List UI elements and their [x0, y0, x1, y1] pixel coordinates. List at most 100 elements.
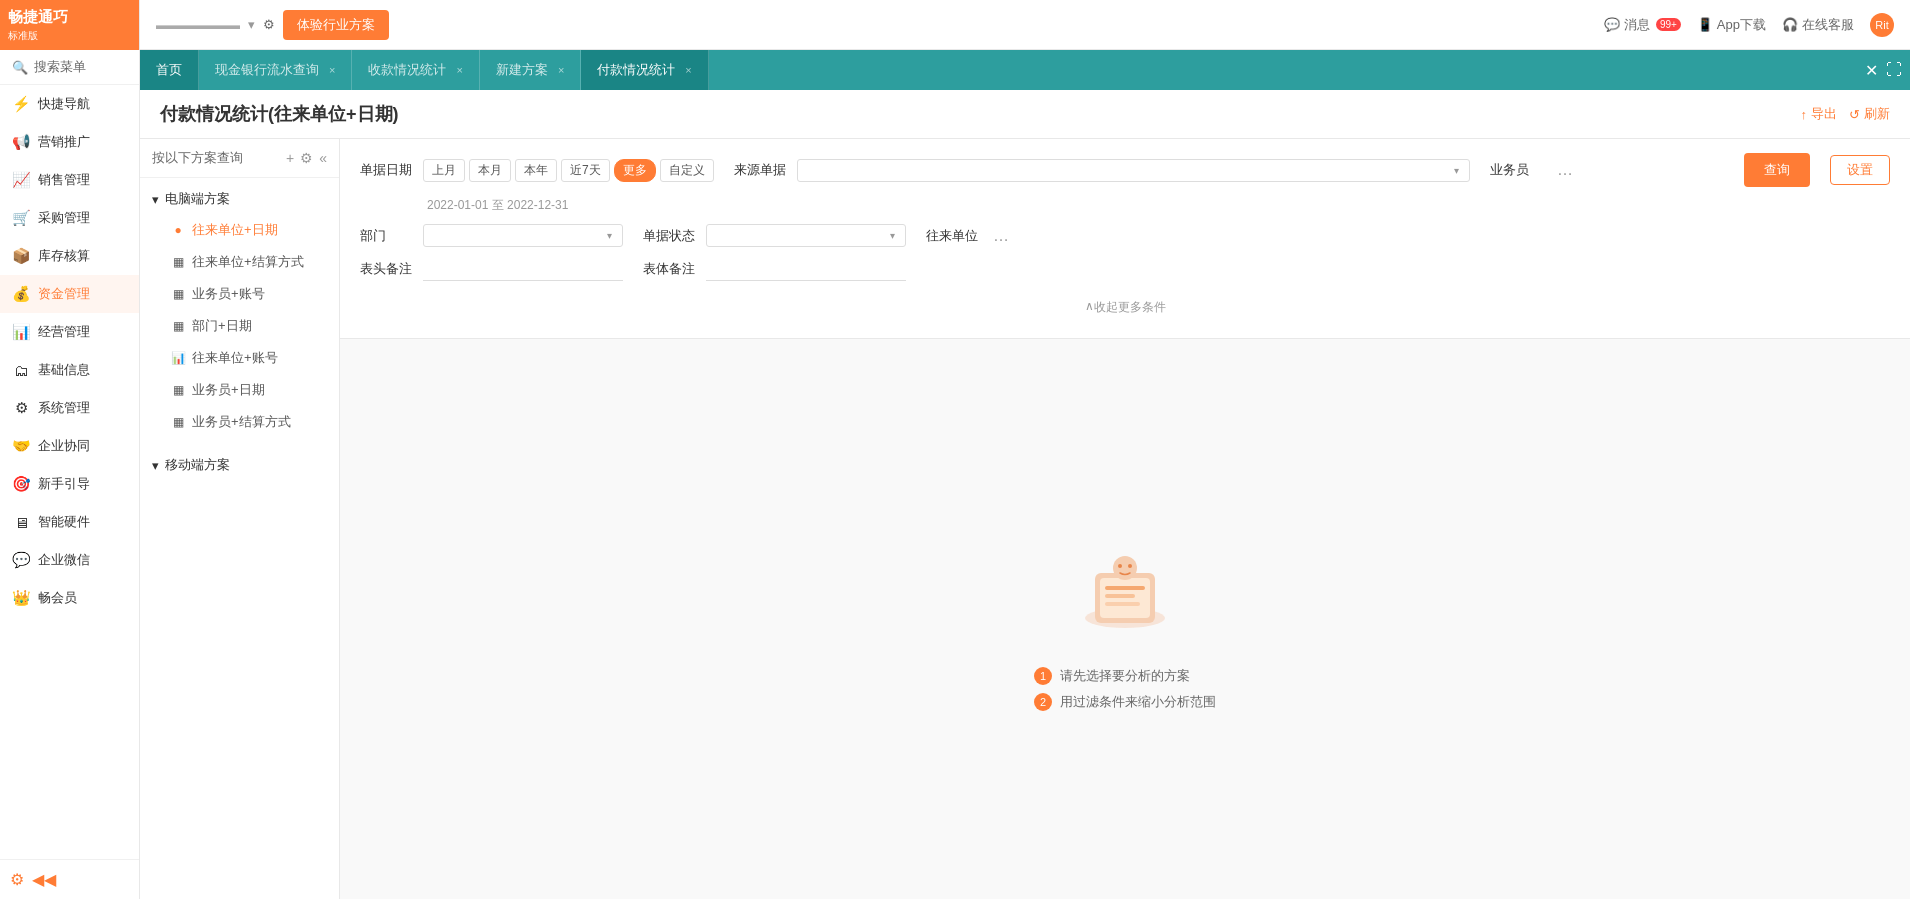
tab-payment-stats[interactable]: 付款情况统计×: [581, 50, 708, 90]
user-avatar-btn[interactable]: Rit: [1870, 13, 1894, 37]
header-note-input[interactable]: [423, 257, 623, 281]
scheme-item-salesperson-payment[interactable]: ▦业务员+结算方式: [140, 406, 339, 438]
tab-receipt-stats[interactable]: 收款情况统计×: [352, 50, 479, 90]
sidebar-item-basic-info[interactable]: 🗂基础信息: [0, 351, 139, 389]
sidebar-icon-purchase: 🛒: [12, 209, 30, 227]
page-header-actions: ↑ 导出 ↺ 刷新: [1801, 105, 1891, 123]
sidebar-label-wechat: 企业微信: [38, 551, 90, 569]
tab-close-payment-stats[interactable]: ×: [685, 64, 691, 76]
partner-filter: 往来单位 …: [926, 227, 1009, 245]
date-buttons: 上月 本月 本年 近7天 更多 自定义: [423, 159, 714, 182]
search-label: 搜索菜单: [34, 58, 86, 76]
body-note-input[interactable]: [706, 257, 906, 281]
sidebar-item-cooperation[interactable]: 🤝企业协同: [0, 427, 139, 465]
topnav-settings-btn[interactable]: ⚙: [263, 17, 275, 32]
scheme-collapse-btn[interactable]: «: [319, 150, 327, 166]
sidebar-item-quick-nav[interactable]: ⚡快捷导航: [0, 85, 139, 123]
sidebar-item-purchase[interactable]: 🛒采购管理: [0, 199, 139, 237]
date-btn-last-month[interactable]: 上月: [423, 159, 465, 182]
sidebar-item-operations[interactable]: 📊经营管理: [0, 313, 139, 351]
date-btn-more[interactable]: 更多: [614, 159, 656, 182]
filter-action-btns: 设置: [1830, 155, 1890, 185]
refresh-btn[interactable]: ↺ 刷新: [1849, 105, 1890, 123]
date-btn-custom[interactable]: 自定义: [660, 159, 714, 182]
scheme-item-icon-salesperson-payment: ▦: [170, 414, 186, 430]
collapse-icon[interactable]: ◀◀: [32, 870, 56, 889]
scheme-settings-btn[interactable]: ⚙: [300, 150, 313, 166]
scheme-item-partner-payment[interactable]: ▦往来单位+结算方式: [140, 246, 339, 278]
settings-btn[interactable]: 设置: [1830, 155, 1890, 185]
topnav: ▬▬▬▬▬▬▬ ▾ ⚙ 体验行业方案 💬 消息 99+ 📱 App下载 🎧 在线…: [140, 0, 1910, 50]
tab-close-new-scheme[interactable]: ×: [558, 64, 564, 76]
message-btn[interactable]: 💬 消息 99+: [1604, 16, 1681, 34]
app-download-label: App下载: [1717, 16, 1766, 34]
group-arrow-mobile: ▾: [152, 458, 159, 473]
sidebar-item-inventory[interactable]: 📦库存核算: [0, 237, 139, 275]
online-service-btn[interactable]: 🎧 在线客服: [1782, 16, 1854, 34]
sidebar-item-vip[interactable]: 👑畅会员: [0, 579, 139, 617]
dept-select[interactable]: ▾: [423, 224, 623, 247]
sidebar-label-vip: 畅会员: [38, 589, 77, 607]
sidebar-item-marketing[interactable]: 📢营销推广: [0, 123, 139, 161]
tab-bank-flow[interactable]: 现金银行流水查询×: [199, 50, 352, 90]
scheme-item-salesperson-account[interactable]: ▦业务员+账号: [140, 278, 339, 310]
search-menu[interactable]: 🔍 搜索菜单: [0, 50, 139, 85]
add-scheme-btn[interactable]: +: [286, 150, 294, 166]
tab-close-receipt-stats[interactable]: ×: [456, 64, 462, 76]
doc-status-filter: 单据状态 ▾: [643, 224, 906, 247]
salesperson-label: 业务员: [1490, 161, 1545, 179]
sidebar-item-wechat[interactable]: 💬企业微信: [0, 541, 139, 579]
salesperson-dots[interactable]: …: [1557, 161, 1573, 179]
sidebar-item-system[interactable]: ⚙系统管理: [0, 389, 139, 427]
dept-arrow: ▾: [607, 230, 612, 241]
scheme-groups: ▾电脑端方案●往来单位+日期▦往来单位+结算方式▦业务员+账号▦部门+日期📊往来…: [140, 178, 339, 486]
sidebar-label-sales: 销售管理: [38, 171, 90, 189]
date-btn-7days[interactable]: 近7天: [561, 159, 610, 182]
export-btn[interactable]: ↑ 导出: [1801, 105, 1838, 123]
app-download-btn[interactable]: 📱 App下载: [1697, 16, 1766, 34]
scheme-item-salesperson-date[interactable]: ▦业务员+日期: [140, 374, 339, 406]
app-name: 畅捷通巧: [8, 8, 68, 27]
scheme-item-label-partner-date: 往来单位+日期: [192, 221, 278, 239]
tab-home[interactable]: 首页: [140, 50, 199, 90]
export-icon: ↑: [1801, 107, 1808, 122]
sidebar-label-hardware: 智能硬件: [38, 513, 90, 531]
sidebar-item-sales[interactable]: 📈 销售管理: [0, 161, 139, 199]
filter-row-2: 部门 ▾ 单据状态 ▾ 往来单位: [360, 224, 1890, 247]
tab-close-bank-flow[interactable]: ×: [329, 64, 335, 76]
partner-dots[interactable]: …: [993, 227, 1009, 245]
date-btn-this-month[interactable]: 本月: [469, 159, 511, 182]
settings-icon[interactable]: ⚙: [10, 870, 24, 889]
scheme-item-partner-date[interactable]: ●往来单位+日期: [140, 214, 339, 246]
collapse-bar[interactable]: ∧ 收起更多条件: [360, 291, 1890, 324]
topnav-left: ▬▬▬▬▬▬▬ ▾ ⚙ 体验行业方案: [156, 10, 389, 40]
svg-point-6: [1113, 556, 1137, 580]
date-btn-this-year[interactable]: 本年: [515, 159, 557, 182]
filter-area: 单据日期 上月 本月 本年 近7天 更多 自定义 来源单据: [340, 139, 1910, 899]
sidebar-item-guide[interactable]: 🎯新手引导: [0, 465, 139, 503]
scheme-panel: 按以下方案查询 + ⚙ « ▾电脑端方案●往来单位+日期▦往来单位+结算方式▦业…: [140, 139, 340, 899]
query-btn[interactable]: 查询: [1744, 153, 1810, 187]
source-select[interactable]: ▾: [797, 159, 1470, 182]
sidebar-icon-marketing: 📢: [12, 133, 30, 151]
tab-new-scheme[interactable]: 新建方案×: [480, 50, 581, 90]
dropdown-arrow[interactable]: ▾: [248, 17, 255, 32]
sidebar-icon-sales: 📈: [12, 171, 30, 189]
maximize-icon[interactable]: ⛶: [1886, 61, 1902, 79]
sidebar-item-hardware[interactable]: 🖥智能硬件: [0, 503, 139, 541]
date-range-display: 2022-01-01 至 2022-12-31: [423, 197, 1890, 214]
scheme-item-dept-date[interactable]: ▦部门+日期: [140, 310, 339, 342]
source-arrow: ▾: [1454, 165, 1459, 176]
scheme-group-header-pc[interactable]: ▾电脑端方案: [140, 184, 339, 214]
tip2-text: 用过滤条件来缩小分析范围: [1060, 693, 1216, 711]
scheme-panel-header-btns: + ⚙ «: [286, 150, 327, 166]
sidebar-item-finance[interactable]: 💰资金管理: [0, 275, 139, 313]
doc-status-select[interactable]: ▾: [706, 224, 906, 247]
close-all-icon[interactable]: ✕: [1865, 61, 1878, 80]
try-industry-btn[interactable]: 体验行业方案: [283, 10, 389, 40]
dept-filter: 部门 ▾: [360, 224, 623, 247]
scheme-group-header-mobile[interactable]: ▾移动端方案: [140, 450, 339, 480]
body-note-label: 表体备注: [643, 260, 698, 278]
search-icon: 🔍: [12, 60, 28, 75]
scheme-item-partner-account[interactable]: 📊往来单位+账号: [140, 342, 339, 374]
